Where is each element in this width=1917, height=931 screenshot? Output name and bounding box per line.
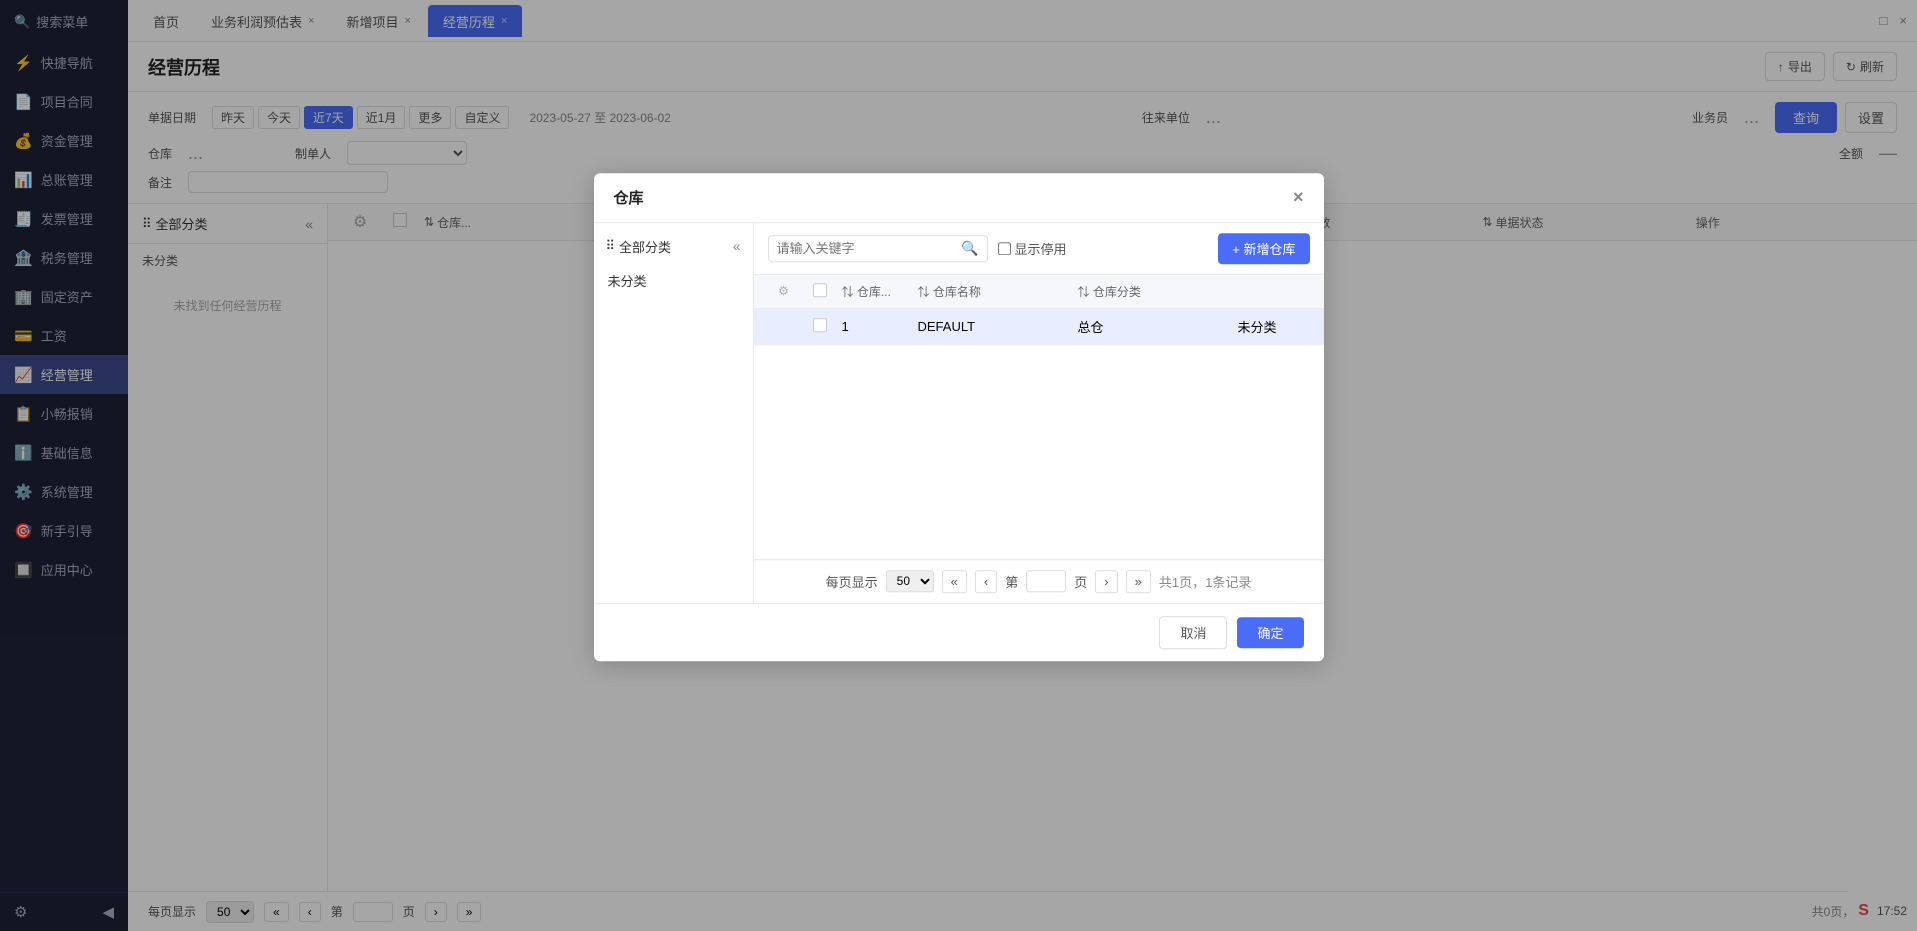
modal-col-settings[interactable]: ⚙ bbox=[766, 284, 802, 298]
modal-table-header: ⚙ ⇅ 仓库... ⇅ 仓库名称 ⇅ 仓库分类 bbox=[754, 275, 1324, 309]
modal-col-category: ⇅ 仓库分类 bbox=[1078, 283, 1312, 300]
modal-table: ⚙ ⇅ 仓库... ⇅ 仓库名称 ⇅ 仓库分类 bbox=[754, 275, 1324, 559]
modal-search-box[interactable]: 🔍 bbox=[768, 235, 988, 262]
modal-toolbar: 🔍 显示停用 + 新增仓库 bbox=[754, 223, 1324, 275]
modal-search-input[interactable] bbox=[777, 241, 956, 256]
modal-row-checkbox[interactable] bbox=[813, 318, 827, 332]
modal-per-page-select[interactable]: 50 bbox=[886, 570, 934, 592]
modal-col-check-all[interactable] bbox=[802, 283, 838, 300]
modal-first-page[interactable]: « bbox=[942, 570, 967, 593]
modal-search-icon: 🔍 bbox=[961, 240, 978, 257]
modal-left-title: ⠿ 全部分类 bbox=[606, 237, 672, 256]
modal-left-header: ⠿ 全部分类 « bbox=[594, 233, 753, 264]
modal-page-unit: 页 bbox=[1074, 572, 1087, 591]
modal-row-category: 未分类 bbox=[1238, 317, 1312, 336]
add-warehouse-button[interactable]: + 新增仓库 bbox=[1218, 233, 1309, 264]
modal-body: ⠿ 全部分类 « 未分类 🔍 显示停用 + 新增仓库 bbox=[594, 223, 1324, 603]
modal-left-collapse[interactable]: « bbox=[733, 238, 741, 254]
modal-per-page-label: 每页显示 bbox=[826, 572, 878, 591]
modal-grid-icon: ⠿ bbox=[606, 238, 616, 254]
modal-left-item-unclassified[interactable]: 未分类 bbox=[594, 264, 753, 297]
warehouse-modal: 仓库 × ⠿ 全部分类 « 未分类 🔍 bbox=[594, 173, 1324, 661]
modal-row-name: 总仓 bbox=[1078, 317, 1238, 336]
modal-title: 仓库 bbox=[614, 187, 644, 208]
modal-page-input[interactable]: 1 bbox=[1026, 570, 1066, 592]
modal-close-button[interactable]: × bbox=[1293, 187, 1304, 208]
modal-next-page[interactable]: › bbox=[1095, 570, 1117, 593]
modal-row-check[interactable] bbox=[802, 318, 838, 335]
sort-cat-icon: ⇅ bbox=[1078, 285, 1093, 299]
modal-check-all[interactable] bbox=[813, 283, 827, 297]
modal-prev-page[interactable]: ‹ bbox=[975, 570, 997, 593]
sort-id-icon: ⇅ bbox=[842, 285, 857, 299]
modal-right-panel: 🔍 显示停用 + 新增仓库 ⚙ ⇅ 仓库... bbox=[754, 223, 1324, 603]
modal-page-label: 第 bbox=[1005, 572, 1018, 591]
modal-pagination: 每页显示 50 « ‹ 第 1 页 › » 共1页，1条记录 bbox=[754, 559, 1324, 603]
show-disabled-checkbox[interactable] bbox=[998, 242, 1011, 255]
modal-footer: 取消 确定 bbox=[594, 603, 1324, 661]
modal-left-panel: ⠿ 全部分类 « 未分类 bbox=[594, 223, 754, 603]
sort-name-icon: ⇅ bbox=[918, 285, 933, 299]
modal-header: 仓库 × bbox=[594, 173, 1324, 223]
modal-last-page[interactable]: » bbox=[1126, 570, 1151, 593]
modal-total-info: 共1页，1条记录 bbox=[1159, 572, 1251, 591]
modal-show-disabled-toggle[interactable]: 显示停用 bbox=[998, 239, 1067, 258]
modal-table-row[interactable]: 1 DEFAULT 总仓 未分类 bbox=[754, 309, 1324, 345]
modal-row-code: DEFAULT bbox=[918, 319, 1078, 334]
confirm-button[interactable]: 确定 bbox=[1237, 617, 1303, 648]
modal-col-name: ⇅ 仓库名称 bbox=[918, 283, 1078, 300]
modal-col-id: ⇅ 仓库... bbox=[838, 283, 918, 300]
modal-row-id: 1 bbox=[838, 319, 918, 334]
cancel-button[interactable]: 取消 bbox=[1159, 616, 1227, 649]
